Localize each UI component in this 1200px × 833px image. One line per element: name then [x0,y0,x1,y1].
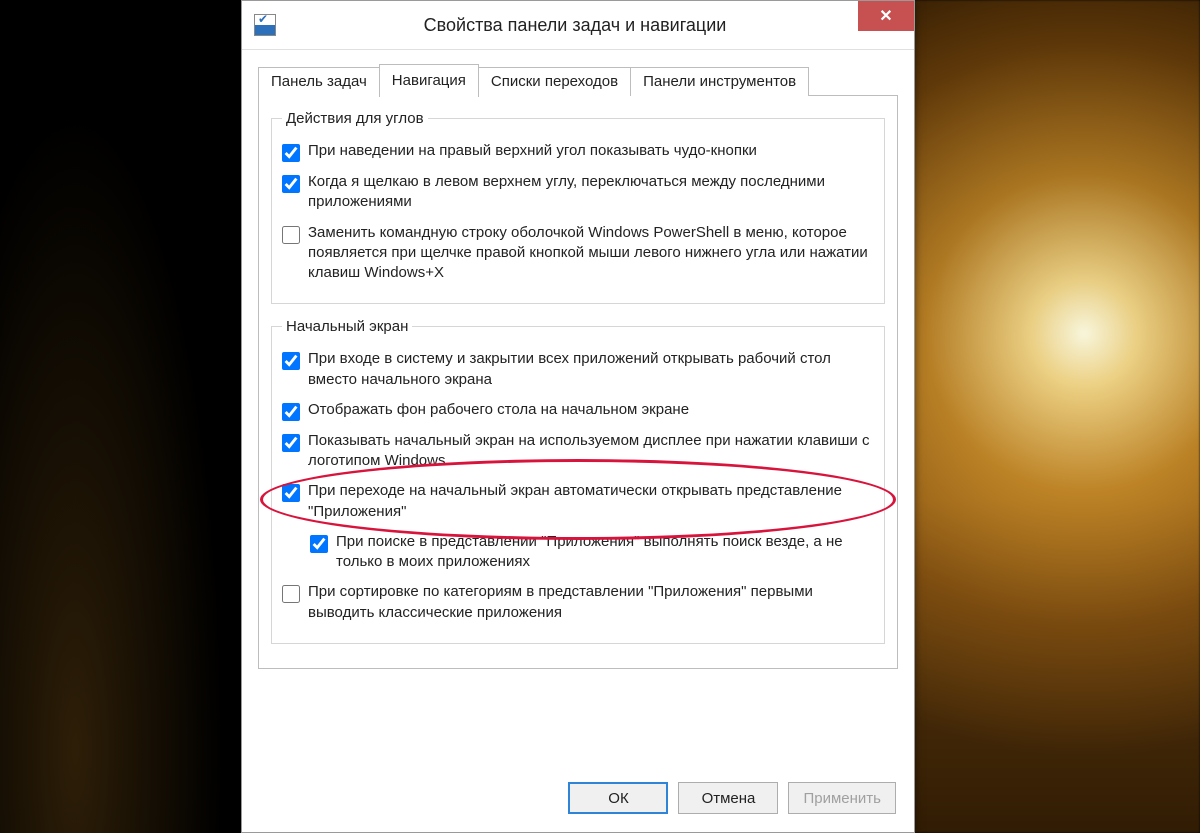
checkbox-desktop-on-login[interactable] [282,352,300,370]
checkbox-switch-apps[interactable] [282,175,300,193]
tab-taskbar[interactable]: Панель задач [258,67,380,96]
label-switch-apps: Когда я щелкаю в левом верхнем углу, пер… [308,172,874,213]
taskbar-properties-dialog: Свойства панели задач и навигации ✕ Пане… [241,0,915,833]
label-desktop-on-login: При входе в систему и закрытии всех прил… [308,349,874,390]
label-desktop-bg: Отображать фон рабочего стола на начальн… [308,400,689,420]
window-title: Свойства панели задач и навигации [276,15,914,36]
close-button[interactable]: ✕ [858,1,914,31]
option-desktop-on-login[interactable]: При входе в систему и закрытии всех прил… [282,349,874,390]
group-start-screen: Начальный экран При входе в систему и за… [271,318,885,644]
dialog-buttons: ОК Отмена Применить [242,768,914,832]
option-switch-apps[interactable]: Когда я щелкаю в левом верхнем углу, пер… [282,172,874,213]
option-powershell[interactable]: Заменить командную строку оболочкой Wind… [282,223,874,284]
option-apps-view[interactable]: При переходе на начальный экран автомати… [282,481,874,522]
checkbox-desktop-bg[interactable] [282,403,300,421]
group-corner-actions-legend: Действия для углов [282,110,428,127]
label-sort-desktop-first: При сортировке по категориям в представл… [308,582,874,623]
tab-toolbars[interactable]: Панели инструментов [630,67,809,96]
desktop-background: Свойства панели задач и навигации ✕ Пане… [0,0,1200,833]
checkbox-powershell[interactable] [282,226,300,244]
option-search-everywhere[interactable]: При поиске в представлении "Приложения" … [310,532,874,573]
titlebar: Свойства панели задач и навигации ✕ [242,1,914,50]
ok-button[interactable]: ОК [568,782,668,814]
label-powershell: Заменить командную строку оболочкой Wind… [308,223,874,284]
tab-jumplists[interactable]: Списки переходов [478,67,631,96]
apply-button[interactable]: Применить [788,782,896,814]
option-desktop-bg[interactable]: Отображать фон рабочего стола на начальн… [282,400,874,421]
dialog-content: Панель задач Навигация Списки переходов … [242,50,914,768]
window-icon [254,14,276,36]
label-search-everywhere: При поиске в представлении "Приложения" … [336,532,874,573]
cancel-button[interactable]: Отмена [678,782,778,814]
checkbox-start-on-display[interactable] [282,434,300,452]
option-start-on-display[interactable]: Показывать начальный экран на используем… [282,431,874,472]
wallpaper-right [910,0,1200,833]
checkbox-sort-desktop-first[interactable] [282,585,300,603]
option-show-charms[interactable]: При наведении на правый верхний угол пок… [282,141,874,162]
label-start-on-display: Показывать начальный экран на используем… [308,431,874,472]
option-sort-desktop-first[interactable]: При сортировке по категориям в представл… [282,582,874,623]
wallpaper-left [0,0,250,833]
label-apps-view: При переходе на начальный экран автомати… [308,481,874,522]
group-corner-actions: Действия для углов При наведении на прав… [271,110,885,304]
checkbox-search-everywhere[interactable] [310,535,328,553]
checkbox-apps-view[interactable] [282,484,300,502]
tabstrip: Панель задач Навигация Списки переходов … [258,64,898,96]
tab-panel-navigation: Действия для углов При наведении на прав… [258,95,898,669]
label-show-charms: При наведении на правый верхний угол пок… [308,141,757,161]
close-icon: ✕ [879,6,892,26]
group-start-screen-legend: Начальный экран [282,318,412,335]
checkbox-show-charms[interactable] [282,144,300,162]
tab-navigation[interactable]: Навигация [379,64,479,97]
